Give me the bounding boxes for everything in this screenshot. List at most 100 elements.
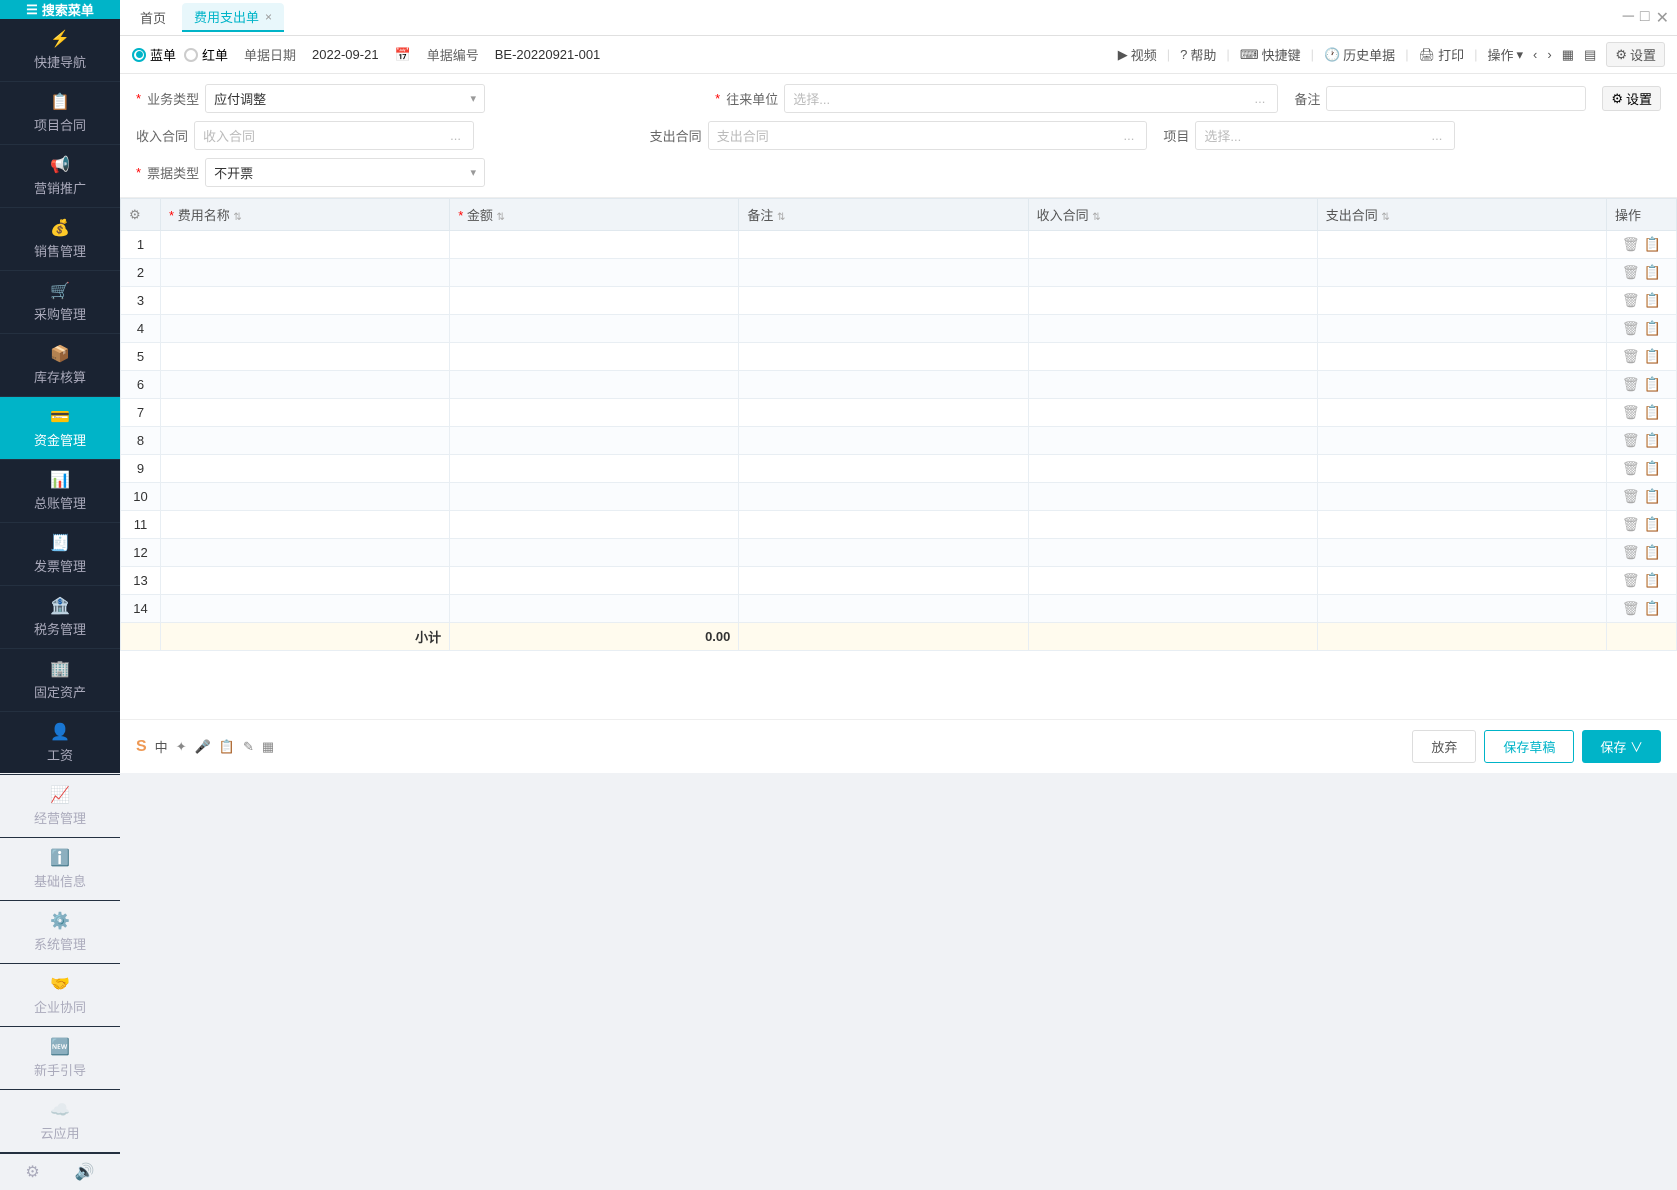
remark-cell[interactable]	[739, 259, 1028, 287]
income-contract-cell[interactable]	[1028, 455, 1317, 483]
delete-icon[interactable]: 🗑	[1622, 516, 1640, 533]
row-income-input[interactable]	[1037, 293, 1309, 308]
expense-contract-cell[interactable]	[1317, 287, 1606, 315]
row-remark-input[interactable]	[747, 237, 1019, 252]
income-contract-cell[interactable]	[1028, 315, 1317, 343]
biz-type-select[interactable]: 应付调整 ▾	[205, 84, 485, 113]
col-remark-header[interactable]: 备注 ⇅	[739, 199, 1028, 231]
name-cell[interactable]	[161, 567, 450, 595]
row-remark-input[interactable]	[747, 573, 1019, 588]
expense-contract-cell[interactable]	[1317, 455, 1606, 483]
dots-icon2[interactable]: ...	[446, 128, 465, 143]
name-input[interactable]	[169, 461, 441, 476]
sidebar-search[interactable]: ☰ 搜索菜单	[0, 0, 120, 19]
col-gear-icon[interactable]: ⚙	[129, 207, 141, 222]
amount-cell[interactable]	[450, 371, 739, 399]
name-input[interactable]	[169, 601, 441, 616]
amount-cell[interactable]	[450, 455, 739, 483]
amount-input[interactable]	[458, 293, 730, 308]
amount-cell[interactable]	[450, 287, 739, 315]
remark-cell[interactable]	[739, 231, 1028, 259]
delete-icon[interactable]: 🗑	[1622, 460, 1640, 477]
red-bill-radio[interactable]: 红单	[184, 45, 228, 64]
name-input[interactable]	[169, 349, 441, 364]
copy-icon[interactable]: 📋	[1644, 236, 1661, 253]
name-cell[interactable]	[161, 371, 450, 399]
row-income-input[interactable]	[1037, 265, 1309, 280]
remark-cell[interactable]	[739, 287, 1028, 315]
amount-input[interactable]	[458, 349, 730, 364]
row-income-input[interactable]	[1037, 349, 1309, 364]
row-expense-input[interactable]	[1326, 405, 1598, 420]
sidebar-item-accounting[interactable]: 📊 总账管理	[0, 460, 120, 523]
income-contract-cell[interactable]	[1028, 595, 1317, 623]
income-contract-cell[interactable]	[1028, 287, 1317, 315]
remark-cell[interactable]	[739, 539, 1028, 567]
expense-contract-select[interactable]: 支出合同 ...	[708, 121, 1148, 150]
row-income-input[interactable]	[1037, 573, 1309, 588]
save-draft-button[interactable]: 保存草稿	[1484, 730, 1574, 763]
name-cell[interactable]	[161, 287, 450, 315]
delete-icon[interactable]: 🗑	[1622, 432, 1640, 449]
tab-home[interactable]: 首页	[128, 4, 178, 31]
row-remark-input[interactable]	[747, 377, 1019, 392]
row-remark-input[interactable]	[747, 461, 1019, 476]
delete-icon[interactable]: 🗑	[1622, 376, 1640, 393]
expense-contract-cell[interactable]	[1317, 567, 1606, 595]
clipboard-icon[interactable]: 📋	[219, 739, 235, 755]
row-expense-input[interactable]	[1326, 349, 1598, 364]
row-income-input[interactable]	[1037, 321, 1309, 336]
copy-icon[interactable]: 📋	[1644, 348, 1661, 365]
copy-icon[interactable]: 📋	[1644, 264, 1661, 281]
expense-contract-cell[interactable]	[1317, 511, 1606, 539]
sidebar-item-basicinfo[interactable]: ℹ️ 基础信息	[0, 838, 120, 901]
amount-cell[interactable]	[450, 315, 739, 343]
expense-contract-cell[interactable]	[1317, 231, 1606, 259]
name-cell[interactable]	[161, 511, 450, 539]
row-expense-input[interactable]	[1326, 237, 1598, 252]
row-expense-input[interactable]	[1326, 545, 1598, 560]
amount-cell[interactable]	[450, 483, 739, 511]
name-input[interactable]	[169, 237, 441, 252]
row-remark-input[interactable]	[747, 293, 1019, 308]
save-button[interactable]: 保存 ∨	[1582, 730, 1661, 763]
row-remark-input[interactable]	[747, 601, 1019, 616]
window-close-btn[interactable]: ✕	[1656, 8, 1669, 28]
row-expense-input[interactable]	[1326, 573, 1598, 588]
edit-icon[interactable]: ✎	[243, 739, 254, 755]
delete-icon[interactable]: 🗑	[1622, 264, 1640, 281]
shortcut-btn[interactable]: ⌨ 快捷键	[1240, 45, 1301, 64]
settings-btn[interactable]: ⚙ 设置	[1606, 42, 1665, 67]
row-income-input[interactable]	[1037, 405, 1309, 420]
row-remark-input[interactable]	[747, 321, 1019, 336]
name-cell[interactable]	[161, 483, 450, 511]
amount-input[interactable]	[458, 405, 730, 420]
amount-input[interactable]	[458, 265, 730, 280]
amount-cell[interactable]	[450, 539, 739, 567]
project-select[interactable]: 选择... ...	[1195, 121, 1455, 150]
amount-cell[interactable]	[450, 427, 739, 455]
amount-input[interactable]	[458, 517, 730, 532]
col-income-header[interactable]: 收入合同 ⇅	[1028, 199, 1317, 231]
row-remark-input[interactable]	[747, 433, 1019, 448]
copy-icon[interactable]: 📋	[1644, 292, 1661, 309]
mic-icon[interactable]: 🎤	[195, 739, 211, 755]
brand-icon1[interactable]: ✦	[176, 739, 187, 755]
sidebar-item-tax[interactable]: 🏦 税务管理	[0, 586, 120, 649]
table-icon[interactable]: ▦	[262, 739, 274, 755]
income-contract-cell[interactable]	[1028, 511, 1317, 539]
delete-icon[interactable]: 🗑	[1622, 572, 1640, 589]
name-input[interactable]	[169, 489, 441, 504]
delete-icon[interactable]: 🗑	[1622, 348, 1640, 365]
row-expense-input[interactable]	[1326, 489, 1598, 504]
remark-input[interactable]	[1326, 86, 1586, 111]
row-income-input[interactable]	[1037, 489, 1309, 504]
expense-contract-cell[interactable]	[1317, 427, 1606, 455]
name-cell[interactable]	[161, 539, 450, 567]
amount-cell[interactable]	[450, 231, 739, 259]
name-input[interactable]	[169, 573, 441, 588]
history-btn[interactable]: 🕐 历史单据	[1324, 45, 1395, 64]
name-input[interactable]	[169, 321, 441, 336]
remark-cell[interactable]	[739, 427, 1028, 455]
sidebar-item-management[interactable]: 📈 经营管理	[0, 775, 120, 838]
